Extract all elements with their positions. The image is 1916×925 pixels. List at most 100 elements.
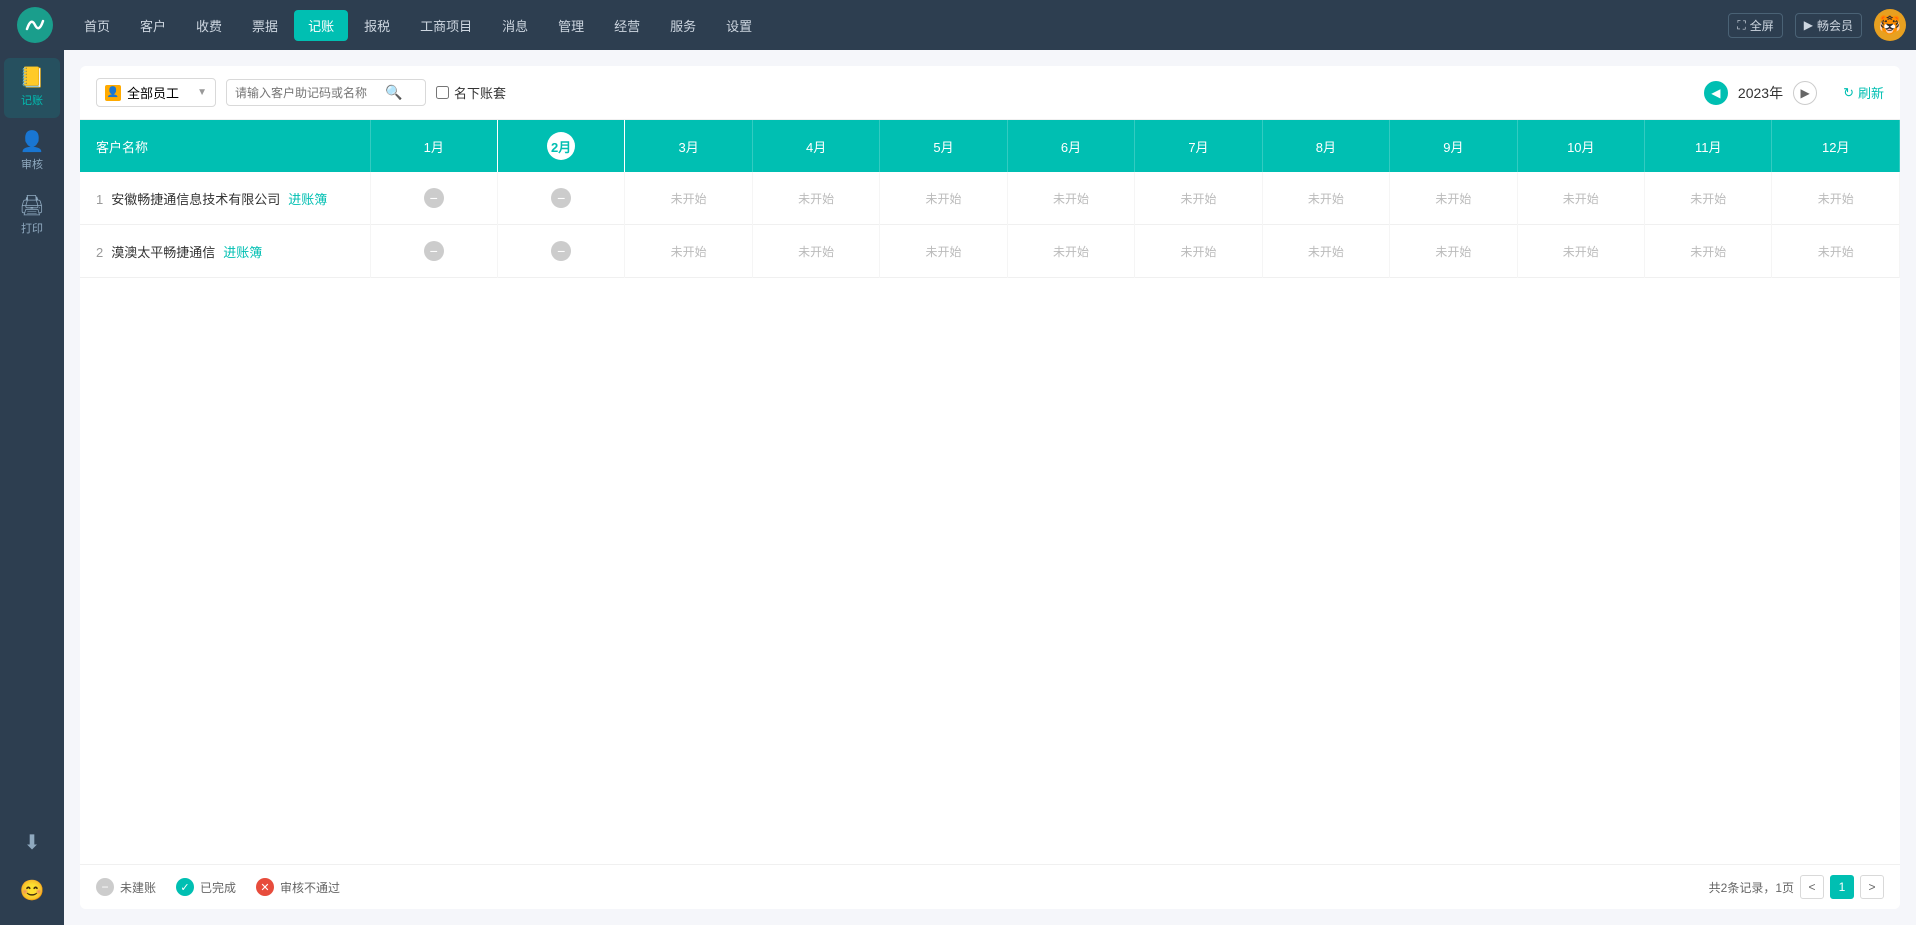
content: 👤 全部员工 ▼ 🔍 名下账套 ◀ 2023年 ▶ xyxy=(64,50,1916,925)
table-cell-month-10: 未开始 xyxy=(1517,172,1644,225)
col-apr: 4月 xyxy=(752,120,879,172)
table-cell-month-9: 未开始 xyxy=(1390,172,1517,225)
not-started-label: 未开始 xyxy=(1690,192,1726,206)
nav-manage[interactable]: 管理 xyxy=(544,10,598,41)
not-started-label: 未开始 xyxy=(926,192,962,206)
col-customer: 客户名称 xyxy=(80,120,370,172)
not-started-label: 未开始 xyxy=(671,192,707,206)
feb-circle: 2月 xyxy=(547,132,575,160)
not-started-label: 未开始 xyxy=(1180,245,1216,259)
main-layout: 📒 记账 👤 审核 🖨 打印 ⬇ 😊 👤 全部员工 xyxy=(0,50,1916,925)
legend-failed: 审核不通过 xyxy=(256,878,340,896)
enter-account-link[interactable]: 进账簿 xyxy=(288,192,327,207)
content-inner: 👤 全部员工 ▼ 🔍 名下账套 ◀ 2023年 ▶ xyxy=(80,66,1900,909)
customer-name[interactable]: 漠澳太平畅捷通信 xyxy=(111,245,215,260)
bookkeeping-icon: 📒 xyxy=(20,68,45,88)
refresh-button[interactable]: ↻ 刷新 xyxy=(1843,83,1884,102)
legend-unstarted: 未建账 xyxy=(96,878,156,896)
table-cell-month-7: 未开始 xyxy=(1135,225,1262,278)
my-accounts-checkbox-input[interactable] xyxy=(436,86,449,99)
nav-tax[interactable]: 报税 xyxy=(350,10,404,41)
main-table: 客户名称 1月 2月 3月 4月 5月 6月 7月 8月 xyxy=(80,120,1900,278)
table-cell-month-3: 未开始 xyxy=(625,172,752,225)
refresh-icon: ↻ xyxy=(1843,85,1854,101)
next-year-button[interactable]: ▶ xyxy=(1793,81,1817,105)
status-dot-minus xyxy=(424,188,444,208)
not-started-label: 未开始 xyxy=(798,245,834,259)
legend-completed: 已完成 xyxy=(176,878,236,896)
nav-settings[interactable]: 设置 xyxy=(712,10,766,41)
table-scroll[interactable]: 客户名称 1月 2月 3月 4月 5月 6月 7月 8月 xyxy=(80,120,1900,864)
sidebar: 📒 记账 👤 审核 🖨 打印 ⬇ 😊 xyxy=(0,50,64,925)
table-cell-month-5: 未开始 xyxy=(880,172,1007,225)
col-dec: 12月 xyxy=(1772,120,1900,172)
search-button[interactable]: 🔍 xyxy=(385,84,402,101)
sidebar-item-bookkeeping[interactable]: 📒 记账 xyxy=(4,58,60,118)
fullscreen-label: 全屏 xyxy=(1750,17,1774,34)
prev-year-button[interactable]: ◀ xyxy=(1704,81,1728,105)
sidebar-item-audit[interactable]: 👤 审核 xyxy=(4,122,60,182)
nav-business[interactable]: 工商项目 xyxy=(406,10,486,41)
legend-failed-label: 审核不通过 xyxy=(280,879,340,896)
employee-select[interactable]: 👤 全部员工 ▼ xyxy=(96,78,216,107)
fullscreen-icon: ⛶ xyxy=(1737,18,1745,33)
table-row: 2漠澳太平畅捷通信进账簿未开始未开始未开始未开始未开始未开始未开始未开始未开始未… xyxy=(80,225,1900,278)
table-cell-month-9: 未开始 xyxy=(1390,225,1517,278)
table-cell-month-11: 未开始 xyxy=(1645,225,1772,278)
not-started-label: 未开始 xyxy=(1180,192,1216,206)
avatar[interactable]: 🐯 xyxy=(1874,9,1906,41)
pagination: 共2条记录，1页 < 1 > xyxy=(1709,875,1884,899)
nav-operation[interactable]: 经营 xyxy=(600,10,654,41)
sidebar-item-print[interactable]: 🖨 打印 xyxy=(4,186,60,246)
table-cell-month-12: 未开始 xyxy=(1772,172,1900,225)
nav-bookkeeping[interactable]: 记账 xyxy=(294,10,348,41)
nav-right: ⛶ 全屏 ▶ 畅会员 🐯 xyxy=(1728,9,1906,41)
col-jul: 7月 xyxy=(1135,120,1262,172)
top-nav: 首页 客户 收费 票据 记账 报税 工商项目 消息 管理 经营 服务 设置 ⛶ … xyxy=(0,0,1916,50)
refresh-label: 刷新 xyxy=(1858,83,1884,102)
search-input[interactable] xyxy=(235,86,385,100)
prev-page-button[interactable]: < xyxy=(1800,875,1824,899)
customer-name[interactable]: 安徽畅捷通信息技术有限公司 xyxy=(111,192,280,207)
nav-message[interactable]: 消息 xyxy=(488,10,542,41)
current-page-button[interactable]: 1 xyxy=(1830,875,1854,899)
col-sep: 9月 xyxy=(1390,120,1517,172)
search-box: 🔍 xyxy=(226,79,426,106)
print-icon: 🖨 xyxy=(19,196,44,216)
not-started-label: 未开始 xyxy=(926,245,962,259)
vip-button[interactable]: ▶ 畅会员 xyxy=(1795,13,1862,38)
not-started-label: 未开始 xyxy=(1818,245,1854,259)
table-cell-month-3: 未开始 xyxy=(625,225,752,278)
table-cell-name: 1安徽畅捷通信息技术有限公司进账簿 xyxy=(80,172,370,225)
my-accounts-checkbox[interactable]: 名下账套 xyxy=(436,83,506,102)
table-cell-month-6: 未开始 xyxy=(1007,172,1134,225)
col-jan: 1月 xyxy=(370,120,497,172)
vip-play-icon: ▶ xyxy=(1804,18,1813,32)
legend-dot-teal xyxy=(176,878,194,896)
col-oct: 10月 xyxy=(1517,120,1644,172)
sidebar-bottom: ⬇ 😊 xyxy=(4,823,60,915)
nav-fee[interactable]: 收费 xyxy=(182,10,236,41)
next-page-button[interactable]: > xyxy=(1860,875,1884,899)
sidebar-item-user-profile[interactable]: 😊 xyxy=(4,871,60,911)
table-cell-month-2 xyxy=(497,172,624,225)
not-started-label: 未开始 xyxy=(1308,245,1344,259)
table-cell-month-4: 未开始 xyxy=(752,172,879,225)
not-started-label: 未开始 xyxy=(671,245,707,259)
table-cell-month-1 xyxy=(370,225,497,278)
nav-invoice[interactable]: 票据 xyxy=(238,10,292,41)
fullscreen-button[interactable]: ⛶ 全屏 xyxy=(1728,13,1782,38)
not-started-label: 未开始 xyxy=(1563,192,1599,206)
nav-home[interactable]: 首页 xyxy=(70,10,124,41)
table-area: 客户名称 1月 2月 3月 4月 5月 6月 7月 8月 xyxy=(80,120,1900,864)
col-may: 5月 xyxy=(880,120,1007,172)
nav-service[interactable]: 服务 xyxy=(656,10,710,41)
legend-dot-red xyxy=(256,878,274,896)
enter-account-link[interactable]: 进账簿 xyxy=(223,245,262,260)
table-cell-month-8: 未开始 xyxy=(1262,172,1389,225)
nav-items: 首页 客户 收费 票据 记账 报税 工商项目 消息 管理 经营 服务 设置 xyxy=(70,10,1728,41)
nav-customer[interactable]: 客户 xyxy=(126,10,180,41)
table-cell-month-12: 未开始 xyxy=(1772,225,1900,278)
sidebar-item-audit-label: 审核 xyxy=(21,156,43,172)
sidebar-item-download[interactable]: ⬇ xyxy=(4,823,60,863)
